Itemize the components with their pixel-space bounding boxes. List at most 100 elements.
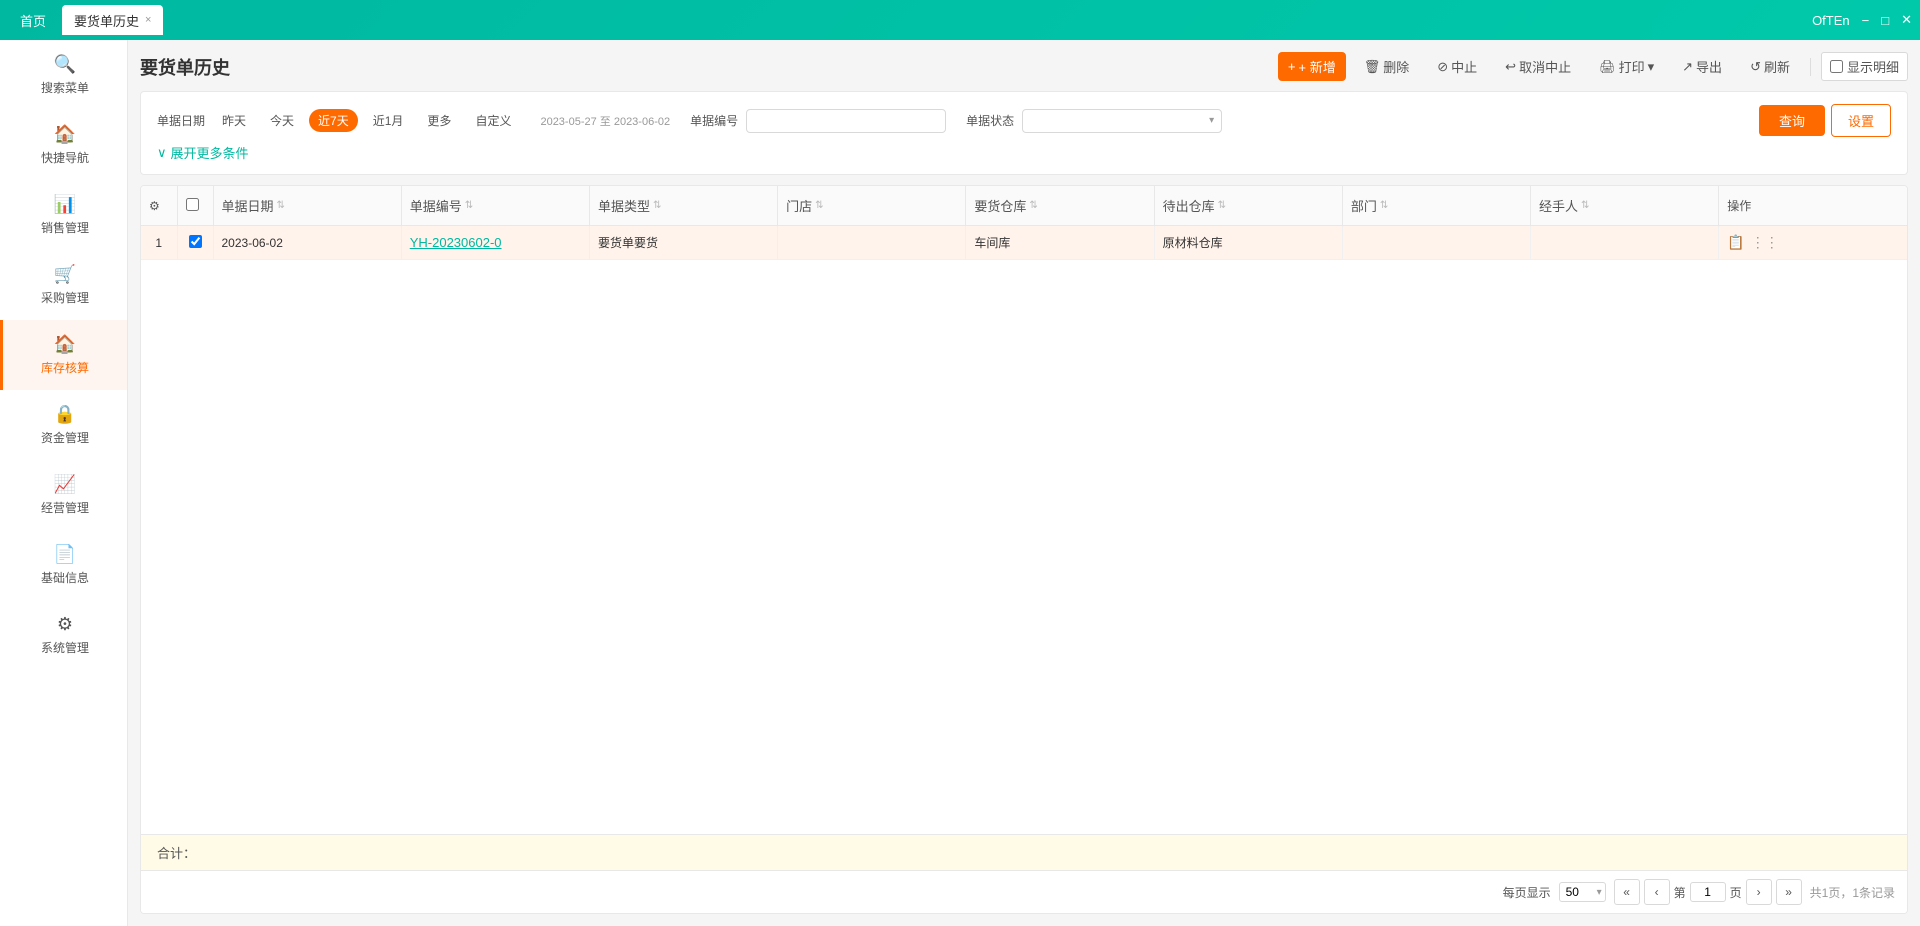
tab-home-label: 首页 [20, 11, 46, 30]
expand-more-btn[interactable]: ∨ 展开更多条件 [157, 143, 1891, 162]
sidebar-item-inventory[interactable]: 🏠 库存核算 [0, 320, 127, 390]
page-size-select[interactable]: 10 20 50 100 [1559, 882, 1606, 902]
export-button[interactable]: ↗ 导出 [1672, 52, 1732, 81]
table-row[interactable]: 1 2023-06-02 YH-20230602-0 要货单要货 车间库 [141, 226, 1907, 260]
doc-number-input[interactable] [746, 109, 946, 133]
th-req-warehouse[interactable]: 要货仓库 ⇅ [966, 186, 1154, 226]
sidebar-item-sales-mgmt-label: 销售管理 [41, 219, 89, 236]
doc-status-label: 单据状态 [966, 112, 1014, 129]
date-range-text: 2023-05-27 至 2023-06-02 [540, 113, 670, 129]
th-department[interactable]: 部门 ⇅ [1342, 186, 1530, 226]
sidebar-item-search-menu[interactable]: 🔍 搜索菜单 [0, 40, 127, 110]
date-btn-yesterday[interactable]: 昨天 [213, 109, 255, 132]
sidebar-item-finance-mgmt-label: 资金管理 [41, 429, 89, 446]
sidebar: 🔍 搜索菜单 🏠 快捷导航 📊 销售管理 🛒 采购管理 🏠 库存核算 🔒 资金管… [0, 40, 128, 926]
table-header: ⚙ 单据日期 ⇅ [141, 186, 1907, 226]
sidebar-item-sales-mgmt[interactable]: 📊 销售管理 [0, 180, 127, 250]
display-detail-checkbox[interactable] [1830, 60, 1843, 73]
last-page-btn[interactable]: » [1776, 879, 1802, 905]
td-pending-warehouse: 原材料仓库 [1154, 226, 1342, 260]
sidebar-item-search-menu-label: 搜索菜单 [41, 79, 89, 96]
table-scroll[interactable]: ⚙ 单据日期 ⇅ [141, 186, 1907, 834]
sidebar-item-sys-mgmt-label: 系统管理 [41, 639, 89, 656]
display-detail-toggle[interactable]: 显示明细 [1821, 52, 1908, 81]
data-table: ⚙ 单据日期 ⇅ [141, 186, 1907, 260]
sidebar-item-basic-info[interactable]: 📄 基础信息 [0, 530, 127, 600]
date-btn-today[interactable]: 今天 [261, 109, 303, 132]
sidebar-item-purchase-mgmt[interactable]: 🛒 采购管理 [0, 250, 127, 320]
th-doc-date[interactable]: 单据日期 ⇅ [213, 186, 401, 226]
doc-number-link[interactable]: YH-20230602-0 [410, 235, 502, 250]
delete-button[interactable]: 🗑 删除 [1354, 52, 1420, 81]
req-warehouse-sort-icon: ⇅ [1029, 200, 1037, 211]
row-checkbox[interactable] [189, 235, 202, 248]
th-store[interactable]: 门店 ⇅ [778, 186, 966, 226]
print-label: 打印 [1619, 57, 1645, 76]
summary-bar: 合计： [141, 834, 1907, 870]
new-button[interactable]: + + 新增 [1278, 52, 1346, 81]
filter-group-date: 单据日期 昨天 今天 近7天 近1月 更多 自定义 [157, 109, 520, 132]
sidebar-item-finance-mgmt[interactable]: 🔒 资金管理 [0, 390, 127, 460]
more-action-icon[interactable]: ⋮⋮ [1751, 234, 1779, 251]
tab-home[interactable]: 首页 [8, 5, 58, 35]
first-page-btn[interactable]: « [1614, 879, 1640, 905]
td-checkbox[interactable] [177, 226, 213, 260]
sidebar-item-ops-mgmt[interactable]: 📈 经营管理 [0, 460, 127, 530]
page-input[interactable] [1690, 882, 1726, 902]
top-bar-right: OfTEn − □ ✕ [1812, 12, 1912, 28]
minimize-btn[interactable]: − [1862, 13, 1870, 28]
main-layout: 🔍 搜索菜单 🏠 快捷导航 📊 销售管理 🛒 采购管理 🏠 库存核算 🔒 资金管… [0, 40, 1920, 926]
content-area: 要货单历史 + + 新增 🗑 删除 ⊘ 中止 ↩ 取消中止 [128, 40, 1920, 926]
quick-nav-icon: 🏠 [54, 124, 76, 145]
th-settings[interactable]: ⚙ [141, 186, 177, 226]
next-page-btn[interactable]: › [1746, 879, 1772, 905]
th-doc-number[interactable]: 单据编号 ⇅ [401, 186, 589, 226]
tab-requisition-history[interactable]: 要货单历史 × [62, 5, 163, 35]
date-btn-last1month[interactable]: 近1月 [364, 109, 413, 132]
edit-action-icon[interactable]: 📋 [1727, 234, 1744, 251]
td-store [778, 226, 966, 260]
sales-mgmt-icon: 📊 [54, 194, 76, 215]
date-btn-last7days[interactable]: 近7天 [309, 109, 358, 132]
filter-group-date-range: 2023-05-27 至 2023-06-02 [540, 113, 670, 129]
page-label: 第 [1674, 884, 1686, 901]
sidebar-item-basic-info-label: 基础信息 [41, 569, 89, 586]
refresh-label: 刷新 [1764, 57, 1790, 76]
date-shortcuts: 昨天 今天 近7天 近1月 更多 自定义 [213, 109, 520, 132]
maximize-btn[interactable]: □ [1881, 13, 1889, 28]
settings-filter-button[interactable]: 设置 [1831, 104, 1891, 137]
cancel-stop-icon: ↩ [1505, 59, 1516, 75]
expand-more-label: 展开更多条件 [171, 143, 249, 162]
sys-mgmt-icon: ⚙ [57, 614, 73, 635]
print-button[interactable]: 🖨 打印 ▾ [1589, 52, 1664, 81]
th-handler[interactable]: 经手人 ⇅ [1531, 186, 1719, 226]
select-all-checkbox[interactable] [186, 198, 199, 211]
td-handler [1531, 226, 1719, 260]
date-btn-custom[interactable]: 自定义 [466, 109, 520, 132]
th-doc-type[interactable]: 单据类型 ⇅ [589, 186, 777, 226]
th-pending-warehouse[interactable]: 待出仓库 ⇅ [1154, 186, 1342, 226]
finance-mgmt-icon: 🔒 [54, 404, 76, 425]
th-operation: 操作 [1719, 186, 1907, 226]
table-container: ⚙ 单据日期 ⇅ [140, 185, 1908, 914]
query-button[interactable]: 查询 [1759, 105, 1825, 136]
sidebar-item-sys-mgmt[interactable]: ⚙ 系统管理 [0, 600, 127, 670]
doc-status-select[interactable] [1022, 109, 1222, 133]
prev-page-btn[interactable]: ‹ [1644, 879, 1670, 905]
filter-group-doc-status: 单据状态 ▾ [966, 109, 1222, 133]
page-title-bar: 要货单历史 + + 新增 🗑 删除 ⊘ 中止 ↩ 取消中止 [140, 52, 1908, 81]
date-btn-more[interactable]: 更多 [418, 109, 460, 132]
stop-button[interactable]: ⊘ 中止 [1427, 52, 1487, 81]
sidebar-item-inventory-label: 库存核算 [41, 359, 89, 376]
print-icon: 🖨 [1599, 59, 1616, 75]
cancel-stop-button[interactable]: ↩ 取消中止 [1495, 52, 1581, 81]
close-btn[interactable]: ✕ [1901, 12, 1912, 28]
tab-close-icon[interactable]: × [145, 14, 151, 26]
td-doc-date: 2023-06-02 [213, 226, 401, 260]
td-doc-number[interactable]: YH-20230602-0 [401, 226, 589, 260]
refresh-button[interactable]: ↺ 刷新 [1740, 52, 1800, 81]
td-operation[interactable]: 📋 ⋮⋮ [1719, 226, 1907, 260]
th-checkbox[interactable] [177, 186, 213, 226]
expand-more-icon: ∨ [157, 145, 167, 161]
sidebar-item-quick-nav[interactable]: 🏠 快捷导航 [0, 110, 127, 180]
